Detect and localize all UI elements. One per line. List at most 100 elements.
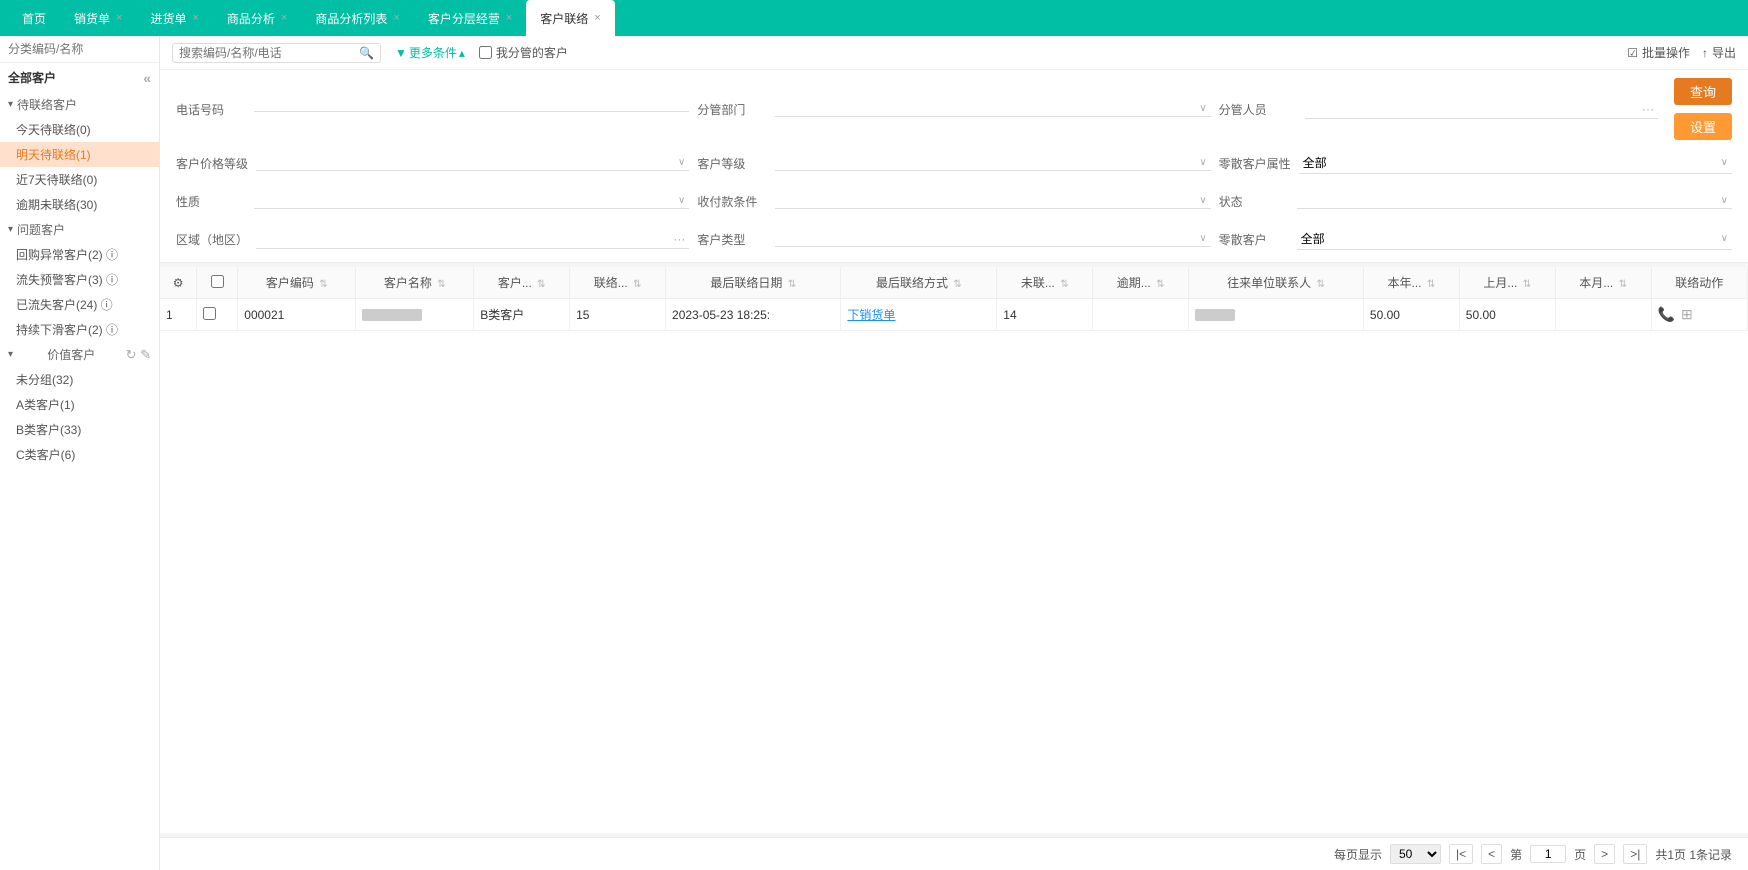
select-all-checkbox[interactable] bbox=[211, 275, 224, 288]
customer-type-select[interactable]: ∨ bbox=[775, 231, 1210, 247]
nav-customer-tier[interactable]: 客户分层经营 × bbox=[414, 0, 526, 36]
filter-customer-type-row: 客户类型 ∨ bbox=[697, 224, 1210, 254]
first-page-btn[interactable]: |< bbox=[1449, 844, 1473, 864]
my-customers-checkbox[interactable] bbox=[479, 46, 492, 59]
close-icon[interactable]: × bbox=[281, 12, 287, 24]
col-last-contact-method[interactable]: 最后联络方式 ⇅ bbox=[841, 267, 997, 299]
col-type[interactable]: 客户... ⇅ bbox=[474, 267, 570, 299]
col-this-year[interactable]: 本年... ⇅ bbox=[1363, 267, 1459, 299]
status-select[interactable]: ∨ bbox=[1297, 193, 1732, 209]
query-button[interactable]: 查询 bbox=[1674, 78, 1732, 105]
col-name[interactable]: 客户名称 ⇅ bbox=[356, 267, 474, 299]
cell-last-contact-method[interactable]: 下销货单 bbox=[841, 299, 997, 331]
toolbar: 🔍 ▼ 更多条件 ▴ 我分管的客户 ☑ 批量操作 ↑ 导出 bbox=[160, 36, 1748, 70]
payment-select[interactable]: ∨ bbox=[775, 193, 1210, 209]
prev-page-btn[interactable]: < bbox=[1481, 844, 1502, 864]
phone-action-icon[interactable]: 📞 bbox=[1658, 306, 1675, 323]
col-unlinked[interactable]: 未联... ⇅ bbox=[997, 267, 1093, 299]
set-button[interactable]: 设置 bbox=[1674, 113, 1732, 140]
more-icon[interactable]: ··· bbox=[1642, 102, 1654, 116]
qr-action-icon[interactable]: ⊞ bbox=[1681, 306, 1693, 323]
sidebar-item-7days[interactable]: 近7天待联络(0) bbox=[0, 167, 159, 192]
manager-label: 分管人员 bbox=[1219, 101, 1289, 118]
col-last-contact-date[interactable]: 最后联络日期 ⇅ bbox=[666, 267, 841, 299]
action-buttons: 查询 设置 bbox=[1674, 78, 1732, 140]
sort-icon: ⇅ bbox=[319, 279, 327, 290]
close-icon[interactable]: × bbox=[393, 12, 399, 24]
sidebar-item-today[interactable]: 今天待联络(0) bbox=[0, 117, 159, 142]
sidebar-item-class-b[interactable]: B类客户(33) bbox=[0, 417, 159, 442]
contact-method-link[interactable]: 下销货单 bbox=[847, 308, 895, 322]
nav-customer-contact[interactable]: 客户联络 × bbox=[526, 0, 614, 36]
cell-overdue bbox=[1093, 299, 1189, 331]
col-code[interactable]: 客户编码 ⇅ bbox=[238, 267, 356, 299]
all-customers-header[interactable]: 全部客户 « bbox=[0, 63, 159, 92]
col-contact[interactable]: 联络... ⇅ bbox=[570, 267, 666, 299]
cell-this-month bbox=[1555, 299, 1651, 331]
table-body: 1 000021 B类客户 15 2023-05-23 18:25: 下销货单 … bbox=[160, 299, 1748, 331]
region-select[interactable]: ··· bbox=[256, 230, 689, 249]
close-icon[interactable]: × bbox=[116, 12, 122, 24]
col-last-month[interactable]: 上月... ⇅ bbox=[1459, 267, 1555, 299]
chevron-down-icon: ∨ bbox=[1199, 157, 1206, 168]
sidebar-item-overdue[interactable]: 逾期未联络(30) bbox=[0, 192, 159, 217]
sidebar-item-churned[interactable]: 已流失客户(24) ⓘ bbox=[0, 292, 159, 317]
nav-sales-order[interactable]: 销货单 × bbox=[60, 0, 136, 36]
cell-checkbox[interactable] bbox=[197, 299, 238, 331]
col-settings[interactable]: ⚙ bbox=[160, 267, 197, 299]
next-page-btn[interactable]: > bbox=[1594, 844, 1615, 864]
sidebar-item-repurchase-anomaly[interactable]: 回购异常客户(2) ⓘ bbox=[0, 242, 159, 267]
sidebar-item-class-c[interactable]: C类客户(6) bbox=[0, 442, 159, 467]
gear-icon[interactable]: ⚙ bbox=[173, 276, 184, 290]
search-icon[interactable]: 🔍 bbox=[359, 46, 374, 60]
retail-customer-select[interactable]: 全部 ∨ bbox=[1297, 228, 1732, 250]
main-layout: 🔍 全部客户 « 待联络客户 今天待联络(0) 明天待联络(1) 近7天待联络(… bbox=[0, 36, 1748, 870]
nature-select[interactable]: ∨ bbox=[254, 193, 689, 209]
col-overdue[interactable]: 逾期... ⇅ bbox=[1093, 267, 1189, 299]
filter-region-row: 区域（地区） ··· bbox=[176, 224, 689, 254]
sidebar-item-churn-warning[interactable]: 流失预警客户(3) ⓘ bbox=[0, 267, 159, 292]
cell-this-year: 50.00 bbox=[1363, 299, 1459, 331]
cell-last-month: 50.00 bbox=[1459, 299, 1555, 331]
manager-select[interactable]: ··· bbox=[1305, 100, 1658, 119]
nav-purchase-order[interactable]: 进货单 × bbox=[136, 0, 212, 36]
col-checkbox[interactable] bbox=[197, 267, 238, 299]
customer-level-select[interactable]: ∨ bbox=[775, 155, 1210, 171]
phone-input[interactable] bbox=[254, 107, 689, 112]
bulk-action-btn[interactable]: ☑ 批量操作 bbox=[1627, 44, 1690, 61]
close-icon[interactable]: × bbox=[506, 12, 512, 24]
sidebar-item-class-a[interactable]: A类客户(1) bbox=[0, 392, 159, 417]
blurred-name bbox=[362, 309, 422, 321]
sidebar-item-tomorrow[interactable]: 明天待联络(1) bbox=[0, 142, 159, 167]
chevron-down-icon: ∨ bbox=[1721, 233, 1728, 244]
dept-select[interactable]: ∨ bbox=[775, 101, 1210, 117]
sidebar-item-ungrouped[interactable]: 未分组(32) bbox=[0, 367, 159, 392]
col-unit-contact[interactable]: 往来单位联系人 ⇅ bbox=[1189, 267, 1364, 299]
nav-home[interactable]: 首页 bbox=[8, 0, 60, 36]
page-input[interactable] bbox=[1530, 845, 1566, 863]
close-icon[interactable]: × bbox=[594, 12, 600, 24]
value-group-icons[interactable]: ↻ ✎ bbox=[126, 347, 151, 363]
last-page-btn[interactable]: >| bbox=[1623, 844, 1647, 864]
sort-icon: ⇅ bbox=[1316, 279, 1324, 290]
more-filters-btn[interactable]: ▼ 更多条件 ▴ bbox=[389, 42, 471, 63]
collapse-icon[interactable]: « bbox=[143, 70, 151, 86]
col-this-month[interactable]: 本月... ⇅ bbox=[1555, 267, 1651, 299]
export-btn[interactable]: ↑ 导出 bbox=[1702, 44, 1736, 61]
search-input[interactable] bbox=[179, 46, 359, 60]
retail-attr-select[interactable]: 全部 ∨ bbox=[1299, 152, 1732, 174]
sidebar-search-input[interactable] bbox=[8, 42, 160, 56]
more-icon[interactable]: ··· bbox=[673, 232, 685, 246]
per-page-select[interactable]: 50 100 200 bbox=[1390, 844, 1441, 864]
row-checkbox[interactable] bbox=[203, 307, 216, 320]
sort-icon: ⇅ bbox=[1619, 279, 1627, 290]
close-icon[interactable]: × bbox=[192, 12, 198, 24]
all-customers-label: 全部客户 bbox=[8, 69, 56, 86]
top-nav: 首页 销货单 × 进货单 × 商品分析 × 商品分析列表 × 客户分层经营 × … bbox=[0, 0, 1748, 36]
nav-product-analysis-list[interactable]: 商品分析列表 × bbox=[301, 0, 413, 36]
my-customers-checkbox-label[interactable]: 我分管的客户 bbox=[479, 44, 568, 61]
sidebar-group-value: 价值客户 ↻ ✎ bbox=[0, 342, 159, 367]
sidebar-item-declining[interactable]: 持续下滑客户(2) ⓘ bbox=[0, 317, 159, 342]
price-level-select[interactable]: ∨ bbox=[256, 155, 689, 171]
nav-product-analysis[interactable]: 商品分析 × bbox=[213, 0, 301, 36]
